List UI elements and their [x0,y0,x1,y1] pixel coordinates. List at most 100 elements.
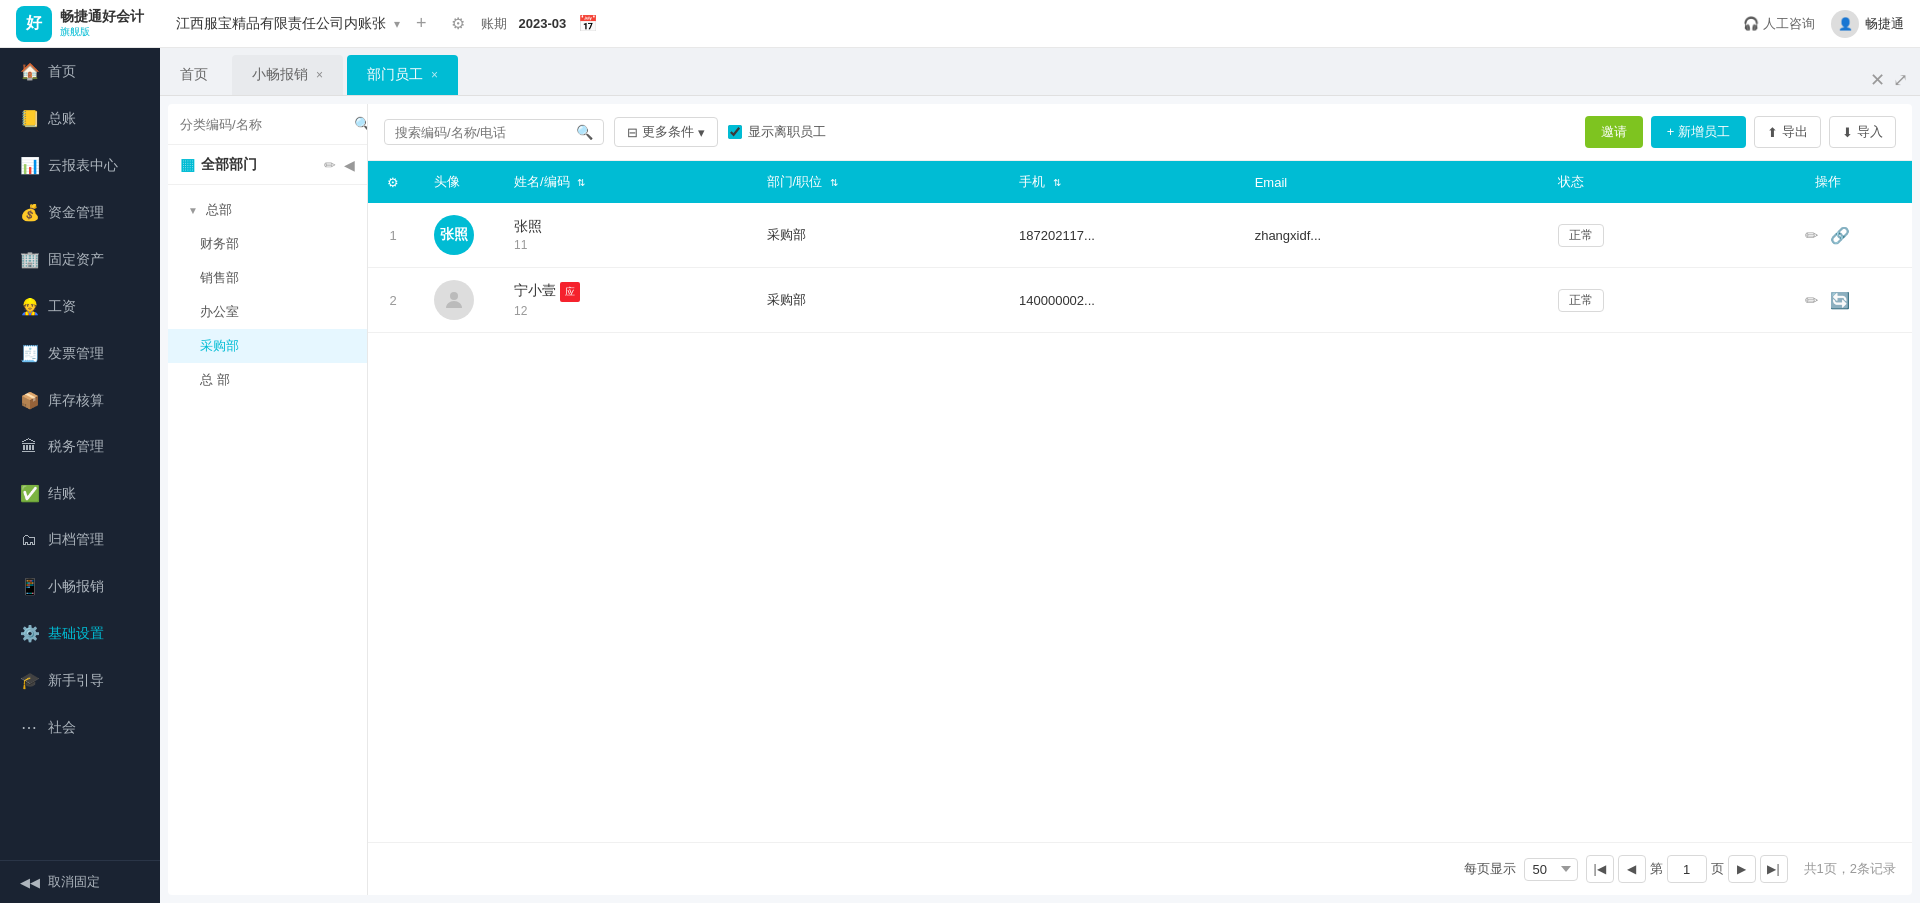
logo-area: 好 畅捷通好会计 旗舰版 [16,6,176,42]
row-name: 宁小壹应12 [498,268,751,333]
sidebar-item-reports[interactable]: 📊 云报表中心 [0,142,160,189]
dept-node-office[interactable]: 办公室 [168,295,367,329]
app-title: 畅捷通好会计 [60,8,144,25]
funds-icon: 💰 [20,203,38,222]
last-page-button[interactable]: ▶| [1760,855,1788,883]
user-name: 畅捷通 [1865,15,1904,33]
sidebar-item-home[interactable]: 🏠 首页 [0,48,160,95]
sidebar-item-salary[interactable]: 👷 工资 [0,283,160,330]
status-badge: 正常 [1558,224,1604,247]
add-company-button[interactable]: + [416,13,427,34]
closing-icon: ✅ [20,484,38,503]
dept-node-purchasing[interactable]: 采购部 [168,329,367,363]
add-employee-button[interactable]: + 新增员工 [1651,116,1746,148]
employee-search-input[interactable] [395,125,570,140]
company-dropdown-icon[interactable]: ▾ [394,17,400,31]
prev-page-button[interactable]: ◀ [1618,855,1646,883]
delete-button[interactable]: 🔗 [1830,227,1850,244]
dept-node-label: 总部 [206,201,232,219]
tab-expense[interactable]: 小畅报销 × [232,55,343,95]
dept-grid-icon: ▦ [180,155,195,174]
company-area: 江西服宝精品有限责任公司内账张 ▾ + ⚙ 账期 2023-03 📅 [176,13,1743,34]
sidebar-item-funds[interactable]: 💰 资金管理 [0,189,160,236]
dept-expand-icon: ▼ [188,205,198,216]
sidebar-item-invoice[interactable]: 🧾 发票管理 [0,330,160,377]
table-row: 1张照张照11采购部187202117...zhangxidf...正常✏🔗 [368,203,1912,268]
more-filter-button[interactable]: ⊟ 更多条件 ▾ [614,117,718,147]
th-dept[interactable]: 部门/职位 ⇅ [751,161,1004,203]
pagination: 每页显示 50 100 200 |◀ ◀ 第 页 ▶ ▶| [368,842,1912,895]
dept-node-headquarters[interactable]: ▼ 总部 [168,193,367,227]
sidebar-item-inventory[interactable]: 📦 库存核算 [0,377,160,424]
page-size-select[interactable]: 50 100 200 [1524,858,1578,881]
dept-edit-icon[interactable]: ✏ [324,157,336,173]
tab-expense-close-icon[interactable]: × [316,68,323,82]
edit-button[interactable]: ✏ [1805,227,1818,244]
next-page-button[interactable]: ▶ [1728,855,1756,883]
th-settings[interactable]: ⚙ [368,161,418,203]
employee-search-icon[interactable]: 🔍 [576,124,593,140]
cancel-fixed-button[interactable]: ◀◀ 取消固定 [0,860,160,903]
sidebar-item-expense[interactable]: 📱 小畅报销 [0,563,160,610]
employees-table: ⚙ 头像 姓名/编码 ⇅ 部门/职位 ⇅ 手机 ⇅ Email 状态 操作 [368,161,1912,333]
dept-node-general[interactable]: 总 部 [168,363,367,397]
row-index: 1 [368,203,418,268]
settings-icon[interactable]: ⚙ [451,14,465,33]
employee-search-wrap: 🔍 [384,119,604,145]
dept-search-icon[interactable]: 🔍 [354,116,368,132]
dept-header-left: ▦ 全部部门 [180,155,257,174]
export-icon: ⬆ [1767,125,1778,140]
sidebar-label-salary: 工资 [48,298,76,316]
sidebar-item-archive[interactable]: 🗂 归档管理 [0,517,160,563]
th-status: 状态 [1542,161,1744,203]
page-label: 页 [1711,860,1724,878]
invite-button[interactable]: 邀请 [1585,116,1643,148]
show-resigned-checkbox[interactable] [728,125,742,139]
page-di-label: 第 [1650,860,1663,878]
import-button[interactable]: ⬇ 导入 [1829,116,1896,148]
th-avatar: 头像 [418,161,498,203]
dept-search-input[interactable] [180,117,348,132]
calendar-icon[interactable]: 📅 [578,14,598,33]
avatar: 👤 [1831,10,1859,38]
tab-expense-label: 小畅报销 [252,66,308,84]
dept-collapse-icon[interactable]: ◀ [344,157,355,173]
th-name[interactable]: 姓名/编码 ⇅ [498,161,751,203]
dept-node-sales[interactable]: 销售部 [168,261,367,295]
row-ops: ✏🔄 [1744,268,1912,333]
export-button[interactable]: ⬆ 导出 [1754,116,1821,148]
row-ops: ✏🔗 [1744,203,1912,268]
sidebar-item-assets[interactable]: 🏢 固定资产 [0,236,160,283]
row-email: zhangxidf... [1239,203,1542,268]
service-label: 人工咨询 [1763,15,1815,33]
sidebar-item-closing[interactable]: ✅ 结账 [0,470,160,517]
service-button[interactable]: 🎧 人工咨询 [1743,15,1815,33]
sidebar-item-ledger[interactable]: 📒 总账 [0,95,160,142]
close-tab-icon[interactable]: ✕ [1870,69,1885,91]
headset-icon: 🎧 [1743,16,1759,31]
tab-department-label: 部门员工 [367,66,423,84]
svg-point-0 [450,292,458,300]
tab-home[interactable]: 首页 [160,55,228,95]
salary-icon: 👷 [20,297,38,316]
th-phone[interactable]: 手机 ⇅ [1003,161,1239,203]
content-area: 首页 小畅报销 × 部门员工 × ✕ ⤢ 🔍 [160,48,1920,903]
page-size-label: 每页显示 [1464,860,1516,878]
tab-department-close-icon[interactable]: × [431,68,438,82]
sidebar-label-inventory: 库存核算 [48,392,104,410]
page-input[interactable] [1667,855,1707,883]
row-phone: 140000002... [1003,268,1239,333]
sidebar-item-settings[interactable]: ⚙️ 基础设置 [0,610,160,657]
tab-department[interactable]: 部门员工 × [347,55,458,95]
sidebar-item-tax[interactable]: 🏛 税务管理 [0,424,160,470]
edit-button[interactable]: ✏ [1805,292,1818,309]
expand-tab-icon[interactable]: ⤢ [1893,69,1908,91]
dept-node-finance[interactable]: 财务部 [168,227,367,261]
expense-icon: 📱 [20,577,38,596]
first-page-button[interactable]: |◀ [1586,855,1614,883]
delete-button[interactable]: 🔄 [1830,292,1850,309]
sidebar-item-guide[interactable]: 🎓 新手引导 [0,657,160,704]
user-area[interactable]: 👤 畅捷通 [1831,10,1904,38]
sidebar-item-more[interactable]: ⋯ 社会 [0,704,160,751]
toolbar-right: 邀请 + 新增员工 ⬆ 导出 ⬇ 导入 [1585,116,1896,148]
